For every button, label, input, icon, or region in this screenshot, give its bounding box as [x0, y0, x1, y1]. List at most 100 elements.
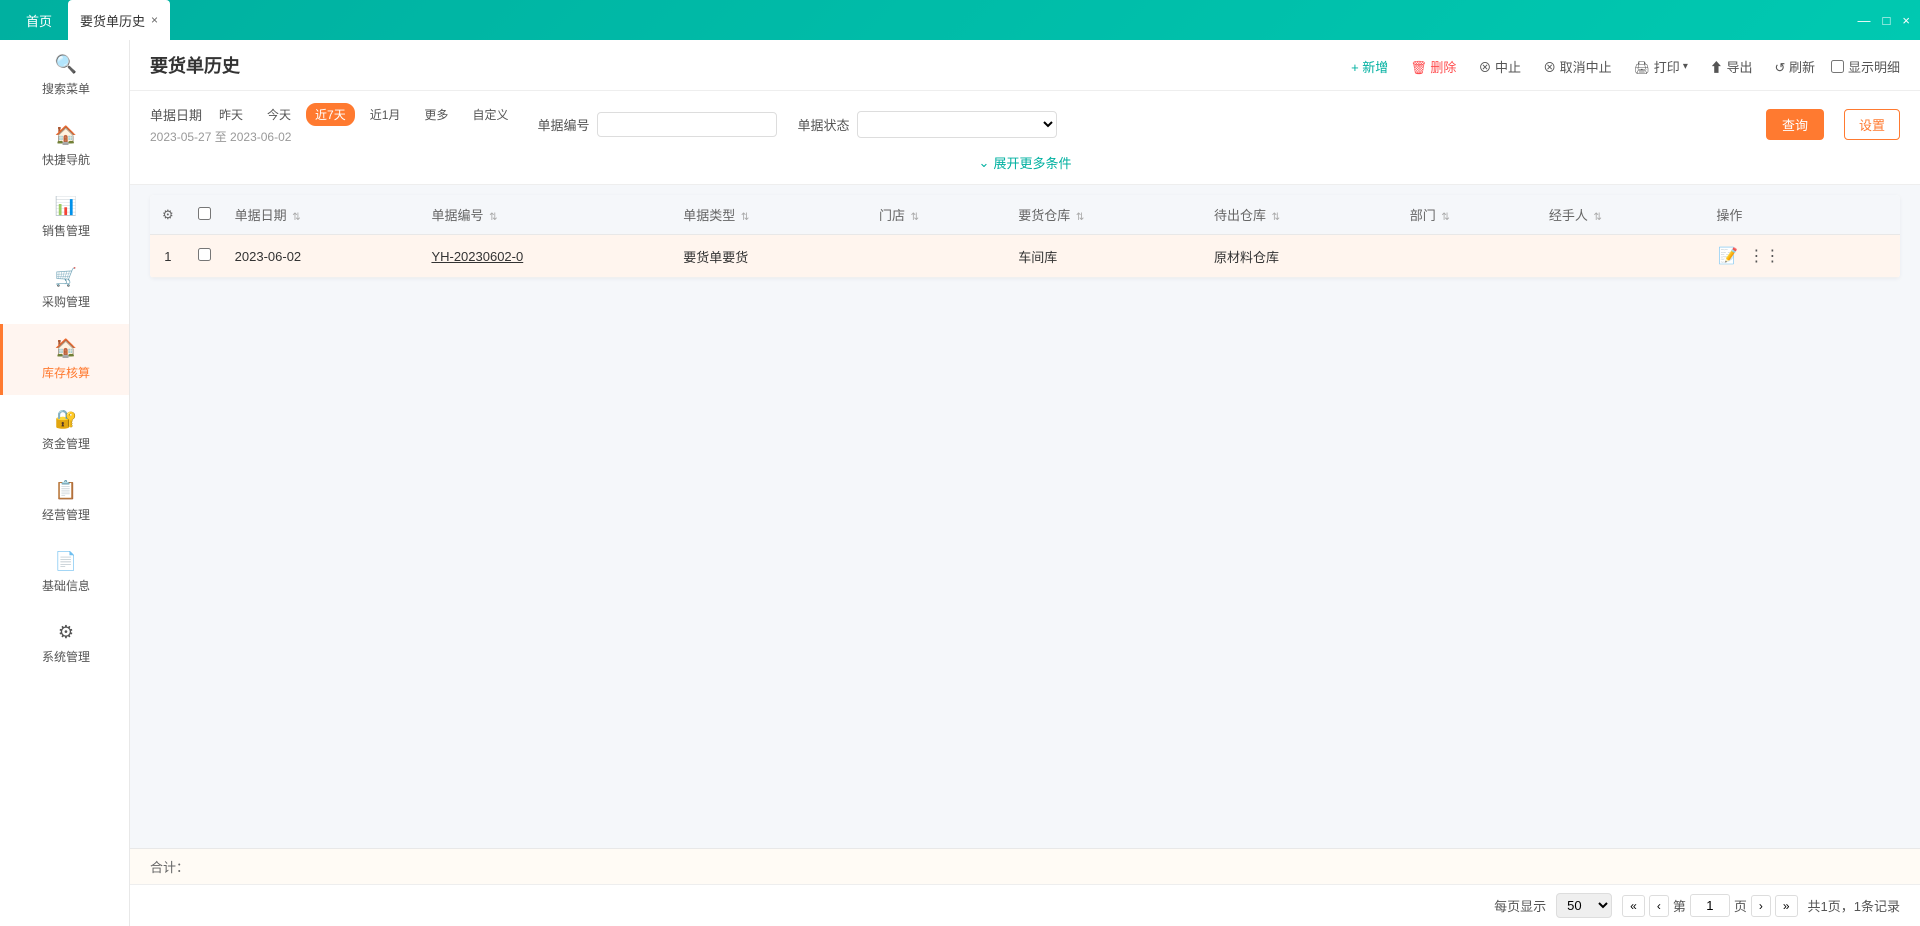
- date-btn-custom[interactable]: 自定义: [463, 103, 517, 126]
- delete-button[interactable]: 🗑 删除: [1404, 53, 1462, 80]
- sort-icon-doc-type: ⇅: [741, 212, 749, 223]
- row-checkbox[interactable]: [198, 248, 211, 261]
- settings-button[interactable]: 设置: [1844, 109, 1900, 140]
- stop-button[interactable]: ⊗ 中止: [1472, 53, 1527, 80]
- col-req-warehouse-label: 要货仓库: [1018, 208, 1070, 223]
- query-button[interactable]: 查询: [1766, 109, 1824, 140]
- new-button[interactable]: + 新增: [1345, 53, 1394, 80]
- sidebar-item-sales-label: 销售管理: [42, 222, 90, 239]
- col-department-label: 部门: [1410, 208, 1436, 223]
- window-close[interactable]: ×: [1902, 13, 1910, 28]
- home-icon: 🏠: [55, 125, 77, 146]
- sidebar-item-operation[interactable]: 📋 经营管理: [0, 466, 129, 537]
- doc-no-label: 单据编号: [537, 115, 589, 134]
- row-handler: [1537, 235, 1704, 278]
- date-filter-label: 单据日期: [150, 105, 202, 124]
- row-pending-warehouse: 原材料仓库: [1202, 235, 1398, 278]
- sidebar-item-quick-nav-label: 快捷导航: [42, 151, 90, 168]
- sort-icon-pending-warehouse: ⇅: [1272, 212, 1280, 223]
- page-number-input[interactable]: [1690, 894, 1730, 917]
- display-detail-toggle[interactable]: 显示明细: [1831, 57, 1900, 76]
- col-doc-type[interactable]: 单据类型 ⇅: [671, 195, 867, 235]
- col-department[interactable]: 部门 ⇅: [1398, 195, 1537, 235]
- action-icons: 📝 ⋮⋮: [1716, 244, 1888, 268]
- tab-active[interactable]: 要货单历史 ×: [68, 0, 170, 40]
- expand-more-conditions[interactable]: ⌄ 展开更多条件: [150, 153, 1900, 172]
- main-layout: 🔍 搜索菜单 🏠 快捷导航 📊 销售管理 🛒 采购管理 🏠 库存核算 🔐 资金管…: [0, 40, 1920, 926]
- col-handler[interactable]: 经手人 ⇅: [1537, 195, 1704, 235]
- row-req-warehouse: 车间库: [1006, 235, 1202, 278]
- page-label: 第: [1673, 896, 1686, 915]
- expand-more-label: 展开更多条件: [993, 153, 1071, 172]
- print-label: 🖨 打印: [1634, 57, 1680, 76]
- row-doc-type: 要货单要货: [671, 235, 867, 278]
- row-doc-no[interactable]: YH-20230602-0: [419, 235, 671, 278]
- inventory-icon: 🏠: [55, 338, 77, 359]
- sidebar-item-purchase[interactable]: 🛒 采购管理: [0, 253, 129, 324]
- sidebar-item-search-menu[interactable]: 🔍 搜索菜单: [0, 40, 129, 111]
- col-doc-date[interactable]: 单据日期 ⇅: [223, 195, 420, 235]
- doc-status-label: 单据状态: [797, 115, 849, 134]
- active-tab-label: 要货单历史: [80, 11, 145, 30]
- col-pending-warehouse[interactable]: 待出仓库 ⇅: [1202, 195, 1398, 235]
- date-btn-7days[interactable]: 近7天: [306, 103, 355, 126]
- date-btn-1month[interactable]: 近1月: [361, 103, 410, 126]
- date-btn-more[interactable]: 更多: [415, 103, 457, 126]
- date-btn-today[interactable]: 今天: [258, 103, 300, 126]
- tab-close-icon[interactable]: ×: [151, 13, 158, 27]
- doc-status-select[interactable]: [857, 111, 1057, 138]
- per-page-select[interactable]: 50 10 20 100: [1556, 893, 1612, 918]
- window-minimize[interactable]: —: [1858, 13, 1871, 28]
- export-button[interactable]: ⬆ 导出: [1704, 53, 1759, 80]
- edit-icon[interactable]: 📝: [1716, 244, 1740, 268]
- col-doc-date-label: 单据日期: [235, 208, 287, 223]
- table-row: 1 2023-06-02 YH-20230602-0 要货单要货 车间库 原材料…: [150, 235, 1900, 278]
- page-title: 要货单历史: [150, 52, 240, 90]
- col-doc-no-label: 单据编号: [431, 208, 483, 223]
- col-req-warehouse[interactable]: 要货仓库 ⇅: [1006, 195, 1202, 235]
- more-icon[interactable]: ⋮⋮: [1746, 244, 1782, 268]
- sidebar-item-inventory-label: 库存核算: [42, 364, 90, 381]
- sidebar-item-inventory[interactable]: 🏠 库存核算: [0, 324, 129, 395]
- tab-home[interactable]: 首页: [10, 0, 68, 40]
- sidebar-item-sales[interactable]: 📊 销售管理: [0, 182, 129, 253]
- doc-status-filter-group: 单据状态: [797, 111, 1746, 138]
- first-page-button[interactable]: «: [1622, 895, 1645, 917]
- col-settings[interactable]: ⚙: [150, 195, 186, 235]
- col-store-label: 门店: [879, 208, 905, 223]
- prev-page-button[interactable]: ‹: [1649, 895, 1669, 917]
- display-detail-checkbox[interactable]: [1831, 60, 1844, 73]
- filter-area: 单据日期 昨天 今天 近7天 近1月 更多 自定义 2023-05-27 至 2…: [130, 91, 1920, 185]
- date-btn-yesterday[interactable]: 昨天: [210, 103, 252, 126]
- lock-icon: 🔐: [55, 409, 77, 430]
- print-chevron-icon: ▾: [1683, 61, 1688, 72]
- sort-icon-doc-no: ⇅: [489, 212, 497, 223]
- window-maximize[interactable]: □: [1883, 13, 1891, 28]
- select-all-checkbox[interactable]: [198, 207, 211, 220]
- print-button[interactable]: 🖨 打印 ▾: [1628, 53, 1694, 80]
- cart-icon: 🛒: [55, 267, 77, 288]
- toolbar: + 新增 🗑 删除 ⊗ 中止 ⊗ 取消中止 🖨 打印 ▾ ⬆ 导出 ↺ 刷新 显…: [1345, 53, 1900, 90]
- date-filter-group: 单据日期 昨天 今天 近7天 近1月 更多 自定义 2023-05-27 至 2…: [150, 103, 517, 145]
- doc-no-filter-group: 单据编号: [537, 112, 777, 137]
- sidebar-item-base[interactable]: 📄 基础信息: [0, 537, 129, 608]
- col-store[interactable]: 门店 ⇅: [867, 195, 1006, 235]
- page-suffix: 页: [1734, 896, 1747, 915]
- last-page-button[interactable]: »: [1775, 895, 1798, 917]
- sort-icon-doc-date: ⇅: [292, 212, 300, 223]
- cancel-stop-button[interactable]: ⊗ 取消中止: [1537, 53, 1618, 80]
- refresh-button[interactable]: ↺ 刷新: [1768, 53, 1821, 80]
- col-doc-no[interactable]: 单据编号 ⇅: [419, 195, 671, 235]
- sidebar-item-finance[interactable]: 🔐 资金管理: [0, 395, 129, 466]
- chevron-down-icon: ⌄: [979, 155, 990, 171]
- col-checkbox: [186, 195, 223, 235]
- sidebar-item-search-menu-label: 搜索菜单: [42, 80, 90, 97]
- sidebar-item-system-label: 系统管理: [42, 648, 90, 665]
- sidebar-item-operation-label: 经营管理: [42, 506, 90, 523]
- sidebar: 🔍 搜索菜单 🏠 快捷导航 📊 销售管理 🛒 采购管理 🏠 库存核算 🔐 资金管…: [0, 40, 130, 926]
- doc-no-input[interactable]: [597, 112, 777, 137]
- sum-row: 合计：: [130, 848, 1920, 884]
- next-page-button[interactable]: ›: [1751, 895, 1771, 917]
- sidebar-item-quick-nav[interactable]: 🏠 快捷导航: [0, 111, 129, 182]
- sidebar-item-system[interactable]: ⚙ 系统管理: [0, 608, 129, 679]
